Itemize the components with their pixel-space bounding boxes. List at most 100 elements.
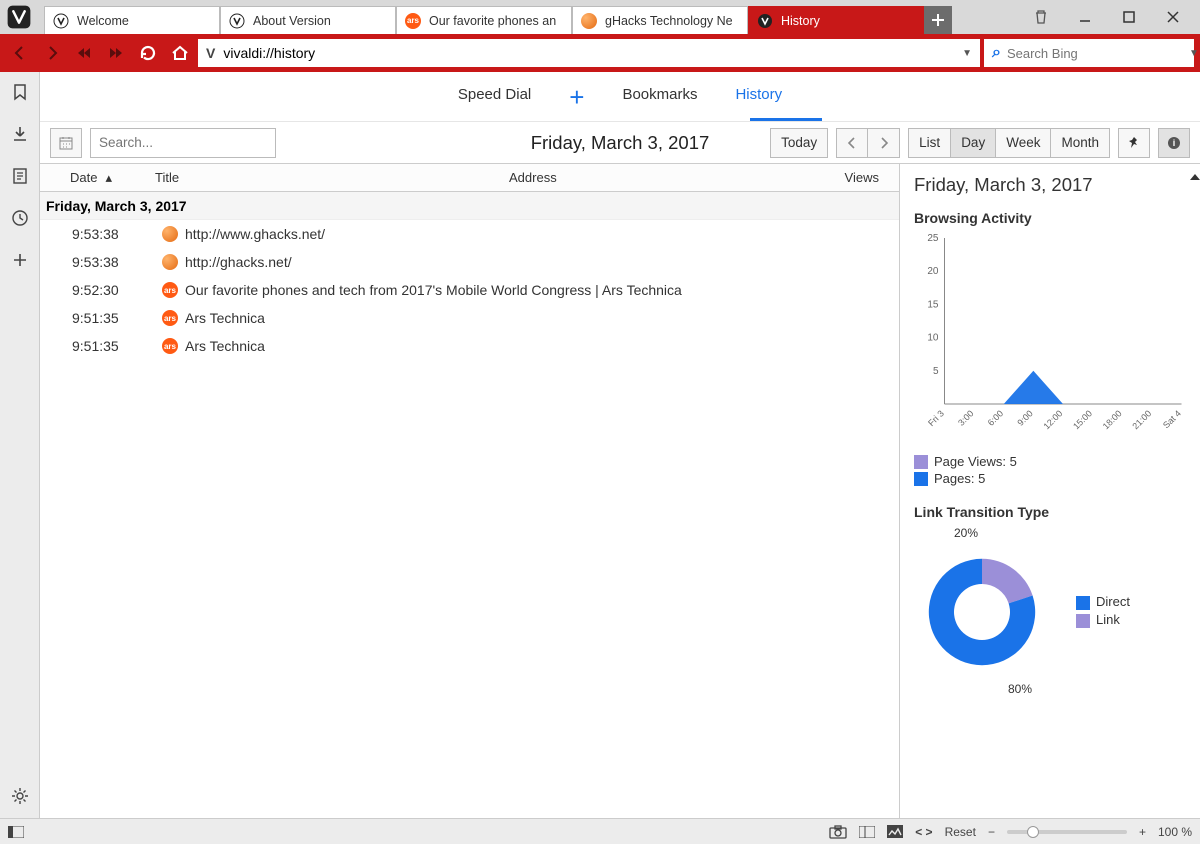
search-engine-icon[interactable]: ⌕ xyxy=(992,44,1001,62)
tab-strip: Welcome About Version ars Our favorite p… xyxy=(38,0,1020,34)
pageactions-icon[interactable]: < > xyxy=(915,825,932,839)
chevron-down-icon[interactable]: ▼ xyxy=(962,48,972,59)
history-row[interactable]: 9:51:35 ars Ars Technica xyxy=(40,304,899,332)
calendar-button[interactable] xyxy=(50,128,82,158)
activity-legend: Page Views: 5 Pages: 5 xyxy=(914,454,1188,486)
window-controls xyxy=(1020,0,1200,34)
trash-icon[interactable] xyxy=(1032,8,1050,26)
svg-text:Sat 4: Sat 4 xyxy=(1161,408,1183,430)
column-header-row: Date ▴ Title Address Views xyxy=(40,164,899,192)
next-button[interactable] xyxy=(868,128,900,158)
tab-about[interactable]: About Version xyxy=(220,6,396,34)
svg-text:i: i xyxy=(1173,138,1176,148)
svg-text:6:00: 6:00 xyxy=(986,408,1005,427)
history-search-input[interactable] xyxy=(90,128,276,158)
svg-text:20: 20 xyxy=(927,266,939,277)
col-date[interactable]: Date ▴ xyxy=(40,170,155,186)
row-title: Our favorite phones and tech from 2017's… xyxy=(185,282,899,298)
svg-text:12:00: 12:00 xyxy=(1041,408,1064,431)
history-row[interactable]: 9:53:38 http://www.ghacks.net/ xyxy=(40,220,899,248)
notes-panel-icon[interactable] xyxy=(8,164,32,188)
history-row[interactable]: 9:52:30 ars Our favorite phones and tech… xyxy=(40,276,899,304)
svg-text:15:00: 15:00 xyxy=(1071,408,1094,431)
tab-label: About Version xyxy=(253,14,331,28)
row-title: http://ghacks.net/ xyxy=(185,254,899,270)
history-panel-icon[interactable] xyxy=(8,206,32,230)
group-heading: Friday, March 3, 2017 xyxy=(40,192,899,220)
row-favicon: ars xyxy=(155,310,185,326)
row-favicon: ars xyxy=(155,338,185,354)
row-title: Ars Technica xyxy=(185,310,899,326)
search-input[interactable] xyxy=(1007,46,1183,61)
range-month[interactable]: Month xyxy=(1051,128,1110,158)
url-field[interactable]: V ▼ xyxy=(198,39,980,67)
zoom-in-icon[interactable]: + xyxy=(1139,825,1146,839)
tab-history[interactable]: History xyxy=(748,6,924,34)
zoom-out-icon[interactable]: − xyxy=(988,825,995,839)
svg-text:9:00: 9:00 xyxy=(1015,408,1034,427)
bookmarks-panel-icon[interactable] xyxy=(8,80,32,104)
tiling-icon[interactable] xyxy=(859,826,875,838)
vivaldi-icon xyxy=(229,13,245,29)
tab-label: Our favorite phones an xyxy=(429,14,556,28)
info-button[interactable]: i xyxy=(1158,128,1190,158)
sort-asc-icon: ▴ xyxy=(105,170,112,186)
col-views[interactable]: Views xyxy=(829,170,899,185)
status-bar: < > Reset − + 100 % xyxy=(0,818,1200,844)
add-panel-icon[interactable] xyxy=(8,248,32,272)
row-time: 9:53:38 xyxy=(40,226,155,242)
today-button[interactable]: Today xyxy=(770,128,828,158)
add-speeddial-icon[interactable]: + xyxy=(569,84,584,110)
svg-text:21:00: 21:00 xyxy=(1130,408,1153,431)
maximize-icon[interactable] xyxy=(1120,8,1138,26)
svg-text:5: 5 xyxy=(933,366,939,377)
history-row[interactable]: 9:53:38 http://ghacks.net/ xyxy=(40,248,899,276)
row-time: 9:53:38 xyxy=(40,254,155,270)
history-row[interactable]: 9:51:35 ars Ars Technica xyxy=(40,332,899,360)
bookmarks-tab[interactable]: Bookmarks xyxy=(622,86,697,107)
col-address[interactable]: Address xyxy=(509,170,829,185)
history-toolbar: Friday, March 3, 2017 Today List Day Wee… xyxy=(40,122,1200,164)
chevron-down-icon[interactable]: ▼ xyxy=(1189,48,1199,59)
zoom-value: 100 % xyxy=(1158,825,1192,839)
range-list[interactable]: List xyxy=(908,128,951,158)
activity-chart: 510152025Fri 33:006:009:0012:0015:0018:0… xyxy=(912,232,1188,432)
history-tab[interactable]: History xyxy=(735,86,782,107)
ars-icon: ars xyxy=(405,13,421,29)
zoom-reset[interactable]: Reset xyxy=(945,825,976,839)
tab-welcome[interactable]: Welcome xyxy=(44,6,220,34)
tab-ghacks[interactable]: gHacks Technology Ne xyxy=(572,6,748,34)
row-title: http://www.ghacks.net/ xyxy=(185,226,899,242)
url-input[interactable] xyxy=(223,45,954,61)
row-favicon xyxy=(155,226,185,242)
minimize-icon[interactable] xyxy=(1076,8,1094,26)
close-icon[interactable] xyxy=(1164,8,1182,26)
zoom-slider[interactable] xyxy=(1007,830,1127,834)
capture-icon[interactable] xyxy=(829,825,847,839)
svg-text:15: 15 xyxy=(927,299,939,310)
range-day[interactable]: Day xyxy=(951,128,996,158)
search-field[interactable]: ⌕ ▼ xyxy=(984,39,1194,67)
vivaldi-icon xyxy=(53,13,69,29)
forward-button[interactable] xyxy=(38,39,66,67)
new-tab-button[interactable] xyxy=(924,6,952,34)
rewind-button[interactable] xyxy=(70,39,98,67)
fastforward-button[interactable] xyxy=(102,39,130,67)
pin-button[interactable] xyxy=(1118,128,1150,158)
row-time: 9:51:35 xyxy=(40,310,155,326)
images-icon[interactable] xyxy=(887,825,903,838)
speeddial-tab[interactable]: Speed Dial xyxy=(458,86,531,107)
settings-icon[interactable] xyxy=(8,784,32,808)
downloads-panel-icon[interactable] xyxy=(8,122,32,146)
panel-toggle-icon[interactable] xyxy=(8,826,24,838)
startpage-tabs: Speed Dial + Bookmarks History xyxy=(40,72,1200,122)
col-title[interactable]: Title xyxy=(155,170,509,185)
prev-button[interactable] xyxy=(836,128,868,158)
titlebar: Welcome About Version ars Our favorite p… xyxy=(0,0,1200,34)
range-week[interactable]: Week xyxy=(996,128,1051,158)
vivaldi-logo[interactable] xyxy=(0,0,38,34)
home-button[interactable] xyxy=(166,39,194,67)
tab-ars[interactable]: ars Our favorite phones an xyxy=(396,6,572,34)
back-button[interactable] xyxy=(6,39,34,67)
reload-button[interactable] xyxy=(134,39,162,67)
